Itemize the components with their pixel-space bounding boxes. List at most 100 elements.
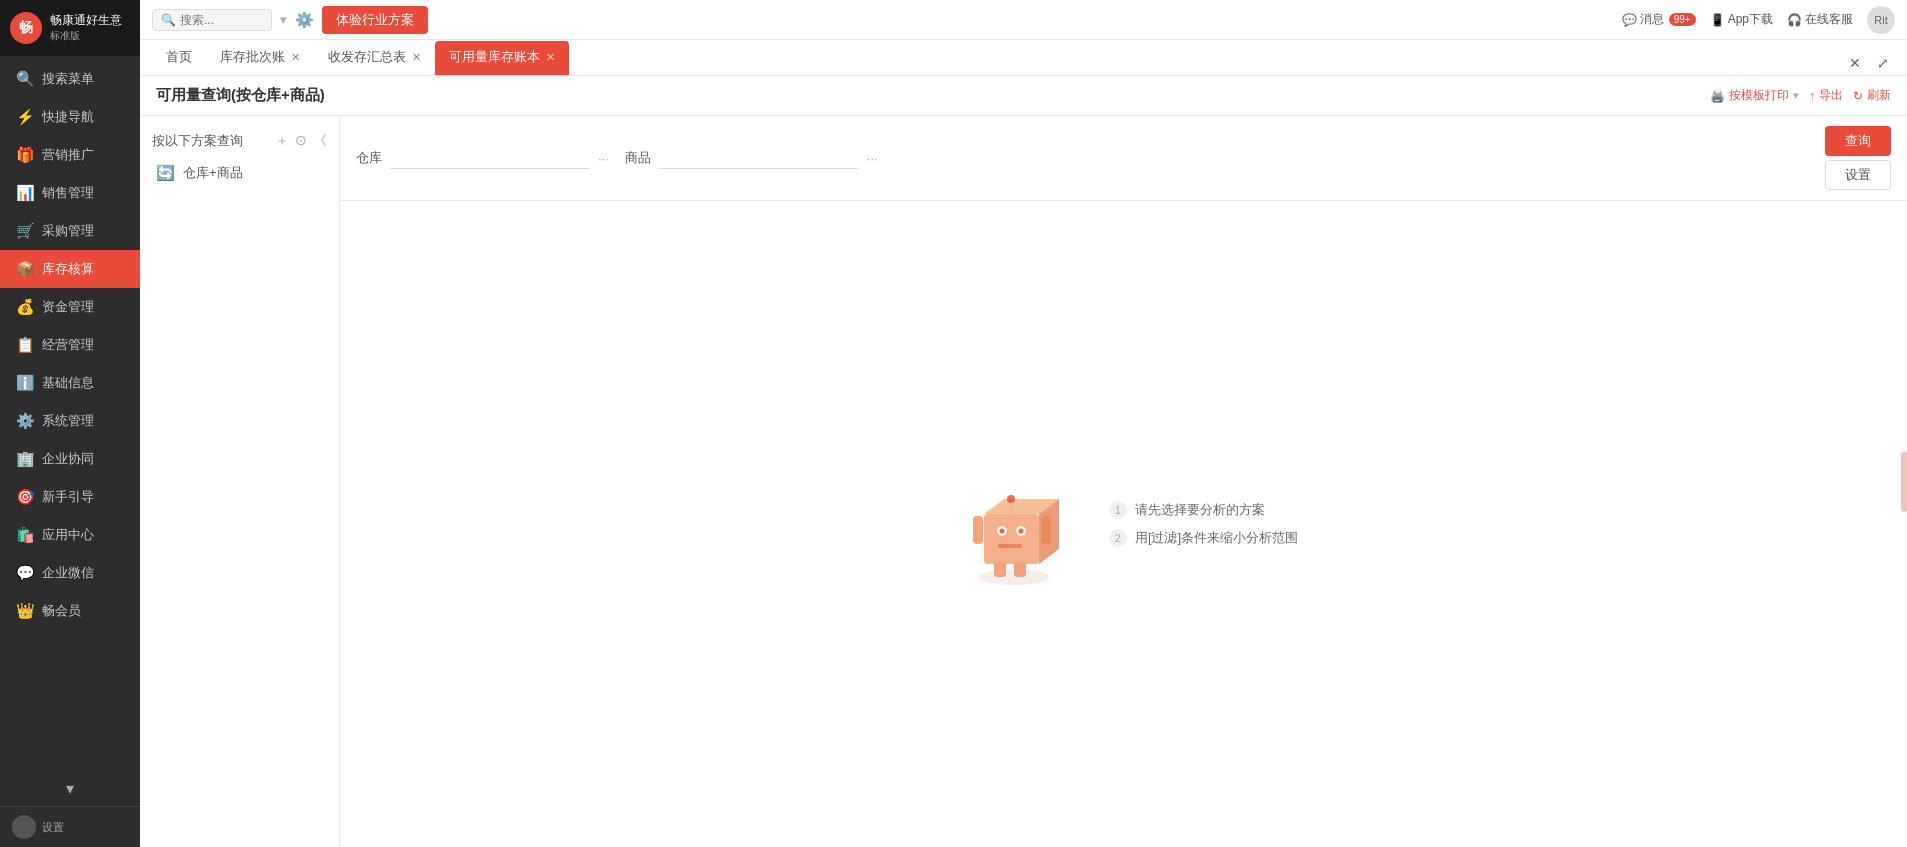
tab-batch-account[interactable]: 库存批次账 ✕ — [206, 41, 314, 75]
close-tab-button[interactable]: ✕ — [1843, 51, 1867, 75]
settings-button[interactable]: 设置 — [1825, 160, 1891, 190]
tabbar-window-controls: ✕ ⤢ — [1843, 51, 1895, 75]
topbar-search-input[interactable] — [180, 13, 260, 27]
sidebar-item-search[interactable]: 🔍 搜索菜单 — [0, 60, 140, 98]
svg-rect-12 — [1041, 516, 1051, 544]
warehouse-more-button[interactable]: ··· — [598, 151, 609, 166]
svg-rect-8 — [998, 544, 1022, 548]
tab-available-ledger-close[interactable]: ✕ — [546, 51, 555, 64]
refresh-label: 刷新 — [1867, 87, 1891, 104]
filter-item-warehouse-product[interactable]: 🔄 仓库+商品 — [140, 156, 339, 190]
app-download-button[interactable]: 📱 App下载 — [1710, 11, 1773, 28]
query-bar: 仓库 ··· 商品 ··· 查询 设置 — [340, 116, 1907, 201]
sidebar-item-label: 销售管理 — [42, 184, 94, 202]
money-icon: 💰 — [16, 298, 34, 316]
svg-rect-11 — [973, 516, 983, 544]
topbar-actions: 💬 消息 99+ 📱 App下载 🎧 在线客服 Rit — [1622, 6, 1895, 34]
svg-point-7 — [1018, 529, 1023, 534]
sidebar-subtitle: 标准版 — [50, 29, 122, 43]
tip-item-1: 1 请先选择要分析的方案 — [1109, 501, 1298, 519]
print-button[interactable]: 🖨️ 按模板打印 ▾ — [1710, 87, 1799, 104]
tab-collect-summary-close[interactable]: ✕ — [412, 51, 421, 64]
wechat-icon: 💬 — [16, 564, 34, 582]
app-download-label: App下载 — [1728, 11, 1773, 28]
warehouse-label: 仓库 — [356, 149, 382, 167]
print-label: 按模板打印 — [1729, 87, 1789, 104]
sidebar-item-label: 系统管理 — [42, 412, 94, 430]
tab-batch-account-close[interactable]: ✕ — [291, 51, 300, 64]
svg-point-5 — [999, 529, 1004, 534]
user-profile[interactable]: Rit — [1867, 6, 1895, 34]
sidebar-nav: 🔍 搜索菜单 ⚡ 快捷导航 🎁 营销推广 📊 销售管理 🛒 采购管理 📦 库存核… — [0, 56, 140, 771]
sidebar-header: 畅 畅康通好生意 标准版 — [0, 0, 140, 56]
topbar-search-box[interactable]: 🔍 — [152, 9, 272, 31]
sidebar-item-enterprise[interactable]: 🏢 企业协同 — [0, 440, 140, 478]
sidebar-item-appstore[interactable]: 🛍️ 应用中心 — [0, 516, 140, 554]
filter-settings-button[interactable]: ⊙ — [295, 132, 307, 150]
tip-text-1: 请先选择要分析的方案 — [1135, 501, 1265, 519]
scroll-indicator[interactable] — [1901, 452, 1907, 512]
online-service-button[interactable]: 🎧 在线客服 — [1787, 11, 1853, 28]
sidebar-item-label: 企业微信 — [42, 564, 94, 582]
sidebar-item-wechat[interactable]: 💬 企业微信 — [0, 554, 140, 592]
sidebar-user-name: 设置 — [42, 820, 64, 835]
product-input[interactable] — [659, 147, 859, 169]
export-button[interactable]: ↑ 导出 — [1809, 87, 1843, 104]
filter-add-button[interactable]: ＋ — [275, 132, 289, 150]
export-icon: ↑ — [1809, 89, 1815, 103]
sidebar-item-label: 库存核算 — [42, 260, 94, 278]
tab-batch-account-label: 库存批次账 — [220, 48, 285, 66]
printer-icon: 🖨️ — [1710, 89, 1725, 103]
sidebar-item-inventory[interactable]: 📦 库存核算 — [0, 250, 140, 288]
filter-item-icon: 🔄 — [156, 164, 175, 182]
svg-rect-9 — [994, 562, 1006, 577]
sidebar-item-label: 畅会员 — [42, 602, 81, 620]
product-more-button[interactable]: ··· — [867, 151, 878, 166]
topbar: 🔍 ▾ ⚙️ 体验行业方案 💬 消息 99+ 📱 App下载 🎧 在线客服 — [140, 0, 1907, 40]
refresh-icon: ↻ — [1853, 89, 1863, 103]
tab-available-ledger[interactable]: 可用量库存账本 ✕ — [435, 41, 569, 75]
tip-num-1: 1 — [1109, 501, 1127, 519]
tab-collect-summary[interactable]: 收发存汇总表 ✕ — [314, 41, 435, 75]
filter-collapse-button[interactable]: 《 — [313, 132, 327, 150]
sidebar-item-member[interactable]: 👑 畅会员 — [0, 592, 140, 630]
target-icon: 🎯 — [16, 488, 34, 506]
filter-panel: 按以下方案查询 ＋ ⊙ 《 🔄 仓库+商品 — [140, 116, 340, 847]
message-button[interactable]: 💬 消息 99+ — [1622, 11, 1696, 28]
chevron-down-icon[interactable]: ▾ — [280, 12, 287, 27]
refresh-button[interactable]: ↻ 刷新 — [1853, 87, 1891, 104]
message-icon: 💬 — [1622, 13, 1637, 27]
product-field: 商品 ··· — [625, 147, 878, 169]
sidebar-item-purchase[interactable]: 🛒 采购管理 — [0, 212, 140, 250]
service-label: 在线客服 — [1805, 11, 1853, 28]
cart-icon: 🛒 — [16, 222, 34, 240]
main-area: 🔍 ▾ ⚙️ 体验行业方案 💬 消息 99+ 📱 App下载 🎧 在线客服 — [140, 0, 1907, 847]
print-dropdown-icon[interactable]: ▾ — [1793, 89, 1799, 102]
tab-home[interactable]: 首页 — [152, 41, 206, 75]
filter-header: 按以下方案查询 ＋ ⊙ 《 — [140, 126, 339, 156]
topbar-gear-icon[interactable]: ⚙️ — [295, 11, 314, 29]
sidebar-item-system[interactable]: ⚙️ 系统管理 — [0, 402, 140, 440]
user-avatar — [12, 815, 36, 839]
store-icon: 🛍️ — [16, 526, 34, 544]
expand-button[interactable]: ⤢ — [1871, 51, 1895, 75]
sidebar-item-marketing[interactable]: 🎁 营销推广 — [0, 136, 140, 174]
sidebar-item-shortcut[interactable]: ⚡ 快捷导航 — [0, 98, 140, 136]
filter-actions: ＋ ⊙ 《 — [275, 132, 327, 150]
sidebar-item-basics[interactable]: ℹ️ 基础信息 — [0, 364, 140, 402]
sidebar-item-operations[interactable]: 📋 经营管理 — [0, 326, 140, 364]
sidebar-scroll-down[interactable]: ▾ — [0, 771, 140, 806]
sidebar-item-label: 经营管理 — [42, 336, 94, 354]
warehouse-input[interactable] — [390, 147, 590, 169]
message-badge: 99+ — [1669, 13, 1696, 26]
empty-illustration — [949, 459, 1079, 589]
industry-solution-button[interactable]: 体验行业方案 — [322, 6, 428, 34]
sidebar-item-finance[interactable]: 💰 资金管理 — [0, 288, 140, 326]
search-icon: 🔍 — [16, 70, 34, 88]
query-button[interactable]: 查询 — [1825, 126, 1891, 156]
sidebar-item-newbie[interactable]: 🎯 新手引导 — [0, 478, 140, 516]
tip-text-2: 用[过滤]条件来缩小分析范围 — [1135, 529, 1298, 547]
sidebar-item-sales[interactable]: 📊 销售管理 — [0, 174, 140, 212]
sidebar-item-label: 基础信息 — [42, 374, 94, 392]
content-area: 按以下方案查询 ＋ ⊙ 《 🔄 仓库+商品 仓库 ··· — [140, 116, 1907, 847]
